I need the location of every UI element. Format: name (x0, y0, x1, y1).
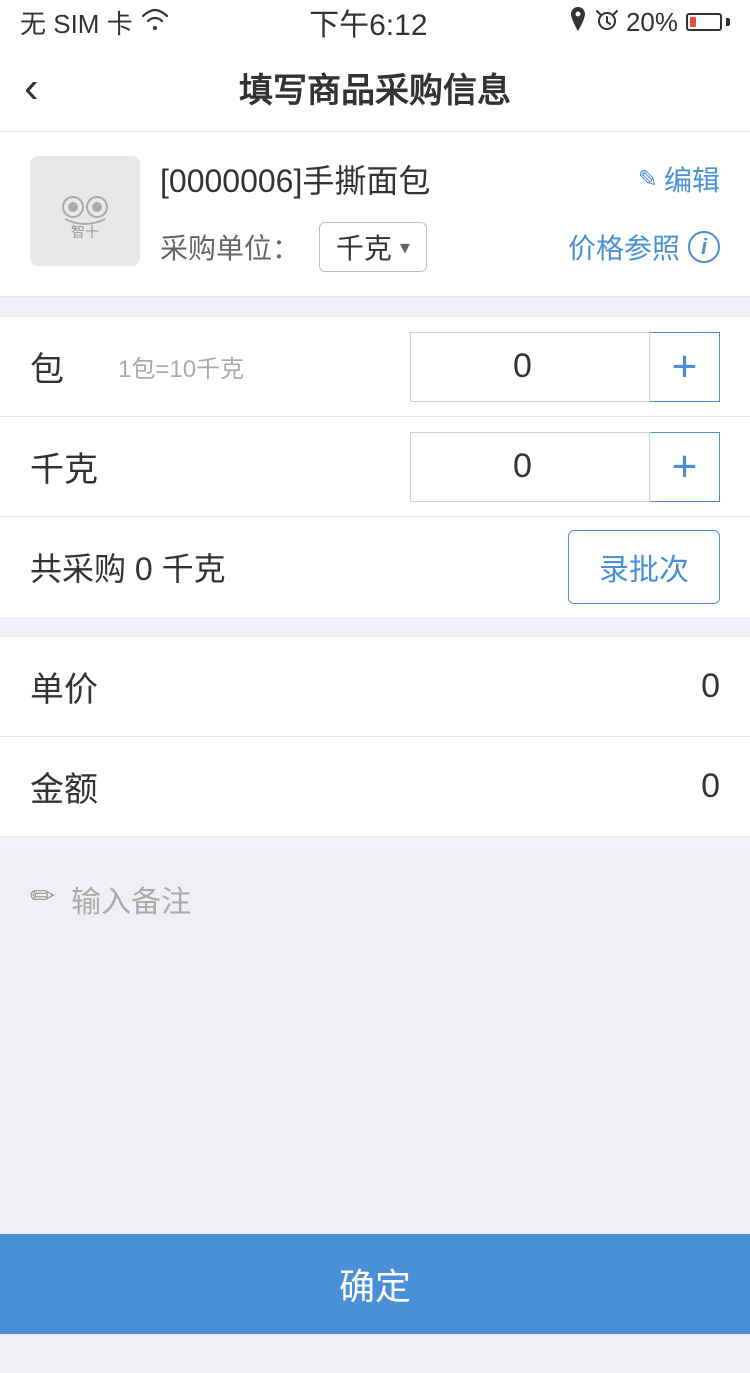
battery-percent: 20% (626, 7, 678, 38)
price-ref-label: 价格参照 (568, 227, 680, 267)
back-button[interactable]: ‹ (24, 66, 39, 110)
section-divider-1 (0, 297, 750, 317)
amount-label: 金额 (30, 762, 98, 811)
edit-icon: ✎ (638, 165, 658, 194)
total-text: 共采购 0 千克 (30, 544, 226, 590)
unit-select[interactable]: 千克 ▾ (319, 222, 427, 272)
product-image: 智十 (30, 156, 140, 266)
price-section: 单价 0 金额 0 (0, 637, 750, 837)
edit-label: 编辑 (664, 159, 720, 199)
info-icon: i (688, 231, 720, 263)
alarm-icon (596, 7, 618, 38)
status-left: 无 SIM 卡 (20, 4, 169, 41)
unit-label: 采购单位： (160, 233, 300, 264)
unit-value: 千克 (336, 227, 392, 267)
bao-row: 包 1包=10千克 + (0, 317, 750, 417)
kg-input[interactable] (410, 432, 650, 502)
bao-input-wrapper: + (410, 332, 720, 402)
status-bar: 无 SIM 卡 下午6:12 20% (0, 0, 750, 44)
total-label: 共采购 (30, 551, 126, 587)
total-unit: 千克 (162, 551, 226, 587)
unit-row: 采购单位： 千克 ▾ 价格参照 i (160, 222, 720, 272)
location-icon (568, 7, 588, 38)
kg-input-wrapper: + (410, 432, 720, 502)
remark-section[interactable]: ✏ 输入备注 (0, 853, 750, 1033)
product-name-row: [0000006]手撕面包 ✎ 编辑 (160, 156, 720, 202)
no-sim-label: 无 SIM 卡 (20, 4, 133, 41)
edit-button[interactable]: ✎ 编辑 (638, 159, 720, 199)
input-section: 包 1包=10千克 + 千克 + (0, 317, 750, 517)
amount-value: 0 (701, 767, 720, 806)
unit-price-value: 0 (701, 667, 720, 706)
confirm-button[interactable]: 确定 (339, 1258, 411, 1310)
svg-text:智十: 智十 (71, 224, 99, 240)
kg-row: 千克 + (0, 417, 750, 517)
section-divider-2 (0, 617, 750, 637)
total-value: 0 (135, 551, 153, 587)
bottom-bar: 确定 (0, 1234, 750, 1334)
product-card: 智十 [0000006]手撕面包 ✎ 编辑 采购单位： 千克 ▾ (0, 132, 750, 297)
status-right: 20% (568, 7, 730, 38)
product-info: [0000006]手撕面包 ✎ 编辑 采购单位： 千克 ▾ 价格参照 i (160, 156, 720, 272)
record-batch-button[interactable]: 录批次 (568, 530, 720, 604)
kg-label: 千克 (30, 442, 110, 491)
battery-icon (686, 13, 730, 31)
price-ref-button[interactable]: 价格参照 i (568, 227, 720, 267)
main-content: 智十 [0000006]手撕面包 ✎ 编辑 采购单位： 千克 ▾ (0, 132, 750, 1373)
remark-placeholder: 输入备注 (71, 877, 191, 921)
status-time: 下午6:12 (309, 0, 427, 44)
kg-plus-button[interactable]: + (650, 432, 720, 502)
product-name: [0000006]手撕面包 (160, 156, 430, 202)
amount-row: 金额 0 (0, 737, 750, 837)
bao-input[interactable] (410, 332, 650, 402)
nav-bar: ‹ 填写商品采购信息 (0, 44, 750, 132)
page-title: 填写商品采购信息 (239, 63, 511, 112)
unit-price-row: 单价 0 (0, 637, 750, 737)
bao-label: 包 (30, 342, 110, 391)
chevron-down-icon: ▾ (400, 235, 410, 260)
bao-plus-button[interactable]: + (650, 332, 720, 402)
pencil-icon: ✏ (30, 879, 55, 914)
wifi-icon (141, 8, 169, 37)
bao-hint: 1包=10千克 (118, 349, 410, 384)
unit-label-group: 采购单位： 千克 ▾ (160, 222, 427, 272)
total-row: 共采购 0 千克 录批次 (0, 517, 750, 617)
unit-price-label: 单价 (30, 662, 98, 711)
